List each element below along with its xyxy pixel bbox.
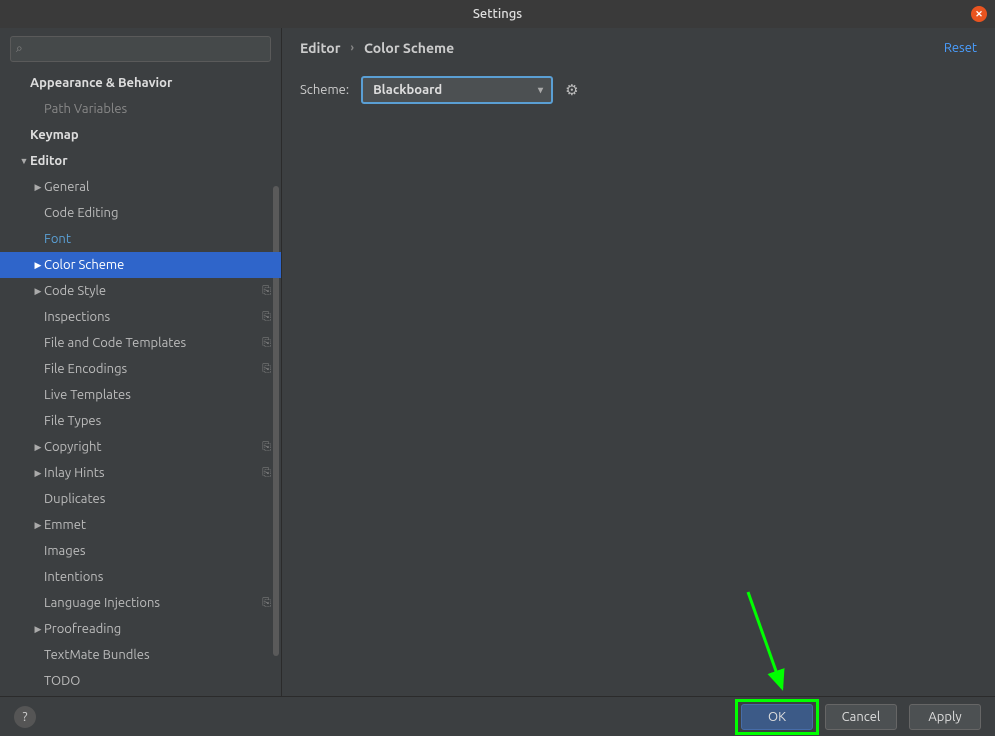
copy-icon: ⎘: [262, 441, 271, 454]
tree-item-label: Keymap: [30, 128, 79, 142]
tree-item[interactable]: Appearance & Behavior: [0, 70, 281, 96]
tree-item[interactable]: Inspections ⎘: [0, 304, 281, 330]
tree-item-label: Appearance & Behavior: [30, 76, 172, 90]
tree-item[interactable]: ▶Proofreading: [0, 616, 281, 642]
caret-right-icon: ▶: [32, 286, 44, 297]
apply-button[interactable]: Apply: [909, 704, 981, 730]
caret-right-icon: [32, 598, 44, 608]
tree-item-label: Live Templates: [44, 388, 131, 402]
tree-item[interactable]: TODO: [0, 668, 281, 694]
tree-item[interactable]: TextMate Bundles: [0, 642, 281, 668]
tree-item[interactable]: ▶Inlay Hints ⎘: [0, 460, 281, 486]
caret-right-icon: [32, 364, 44, 374]
tree-item-label: Images: [44, 544, 86, 558]
tree-item-label: Inlay Hints: [44, 466, 105, 480]
caret-right-icon: [32, 234, 44, 244]
tree-item[interactable]: File and Code Templates ⎘: [0, 330, 281, 356]
scheme-label: Scheme:: [300, 83, 349, 97]
tree-item[interactable]: ▼Editor: [0, 148, 281, 174]
settings-tree[interactable]: Appearance & Behavior Path Variables Key…: [0, 70, 281, 696]
tree-item-label: Language Injections: [44, 596, 160, 610]
tree-item[interactable]: Images: [0, 538, 281, 564]
tree-item[interactable]: File Encodings ⎘: [0, 356, 281, 382]
caret-right-icon: [18, 78, 30, 88]
tree-item[interactable]: Path Variables: [0, 96, 281, 122]
copy-icon: ⎘: [262, 467, 271, 480]
caret-right-icon: ▶: [32, 260, 44, 271]
caret-right-icon: [32, 650, 44, 660]
tree-item-label: File Types: [44, 414, 101, 428]
help-button[interactable]: ?: [14, 706, 36, 728]
tree-item-label: TODO: [44, 674, 80, 688]
tree-item[interactable]: ▶Color Scheme: [0, 252, 281, 278]
caret-right-icon: ▶: [32, 182, 44, 193]
tree-item[interactable]: Code Editing: [0, 200, 281, 226]
caret-right-icon: [32, 338, 44, 348]
tree-item-label: Duplicates: [44, 492, 105, 506]
close-icon[interactable]: [971, 6, 987, 22]
cancel-button[interactable]: Cancel: [825, 704, 897, 730]
window-title: Settings: [473, 7, 522, 21]
tree-item[interactable]: File Types: [0, 408, 281, 434]
tree-item-label: Code Editing: [44, 206, 118, 220]
caret-right-icon: ▶: [32, 520, 44, 531]
tree-item-label: Font: [44, 232, 71, 246]
tree-item[interactable]: Keymap: [0, 122, 281, 148]
caret-right-icon: [32, 104, 44, 114]
tree-item[interactable]: Language Injections ⎘: [0, 590, 281, 616]
tree-item-label: Editor: [30, 154, 68, 168]
breadcrumb-current: Color Scheme: [364, 40, 454, 56]
chevron-right-icon: ›: [350, 42, 353, 54]
caret-down-icon: ▼: [18, 156, 30, 166]
tree-item-label: File Encodings: [44, 362, 127, 376]
tree-item-label: Emmet: [44, 518, 86, 532]
tree-item[interactable]: ▶Emmet: [0, 512, 281, 538]
tree-item-label: Intentions: [44, 570, 103, 584]
caret-right-icon: [32, 390, 44, 400]
reset-link[interactable]: Reset: [944, 41, 977, 55]
caret-right-icon: [32, 494, 44, 504]
tree-item-label: Color Scheme: [44, 258, 124, 272]
tree-item-label: File and Code Templates: [44, 336, 186, 350]
copy-icon: ⎘: [262, 363, 271, 376]
tree-item[interactable]: Live Templates: [0, 382, 281, 408]
copy-icon: ⎘: [262, 285, 271, 298]
caret-right-icon: [32, 676, 44, 686]
tree-item-label: Path Variables: [44, 102, 127, 116]
ok-button[interactable]: OK: [741, 704, 813, 730]
gear-icon[interactable]: ⚙: [565, 81, 578, 99]
caret-right-icon: [32, 312, 44, 322]
tree-item[interactable]: ▶Code Style ⎘: [0, 278, 281, 304]
copy-icon: ⎘: [262, 311, 271, 324]
tree-item[interactable]: Font: [0, 226, 281, 252]
tree-item[interactable]: Intentions: [0, 564, 281, 590]
tree-item[interactable]: ▶Copyright ⎘: [0, 434, 281, 460]
breadcrumb-parent[interactable]: Editor: [300, 40, 340, 56]
caret-right-icon: [32, 416, 44, 426]
caret-right-icon: [32, 572, 44, 582]
tree-item-label: Copyright: [44, 440, 102, 454]
search-input[interactable]: [10, 36, 271, 62]
copy-icon: ⎘: [262, 597, 271, 610]
tree-item[interactable]: Duplicates: [0, 486, 281, 512]
tree-item-label: TextMate Bundles: [44, 648, 150, 662]
caret-right-icon: ▶: [32, 624, 44, 635]
tree-item-label: Proofreading: [44, 622, 121, 636]
tree-item[interactable]: ▶General: [0, 174, 281, 200]
tree-item-label: General: [44, 180, 89, 194]
scheme-dropdown[interactable]: Blackboard: [361, 76, 553, 104]
tree-item-label: Code Style: [44, 284, 106, 298]
tree-item-label: Inspections: [44, 310, 110, 324]
caret-right-icon: [18, 130, 30, 140]
caret-right-icon: ▶: [32, 442, 44, 453]
breadcrumb: Editor › Color Scheme: [300, 40, 454, 56]
copy-icon: ⎘: [262, 337, 271, 350]
caret-right-icon: ▶: [32, 468, 44, 479]
caret-right-icon: [32, 546, 44, 556]
caret-right-icon: [32, 208, 44, 218]
